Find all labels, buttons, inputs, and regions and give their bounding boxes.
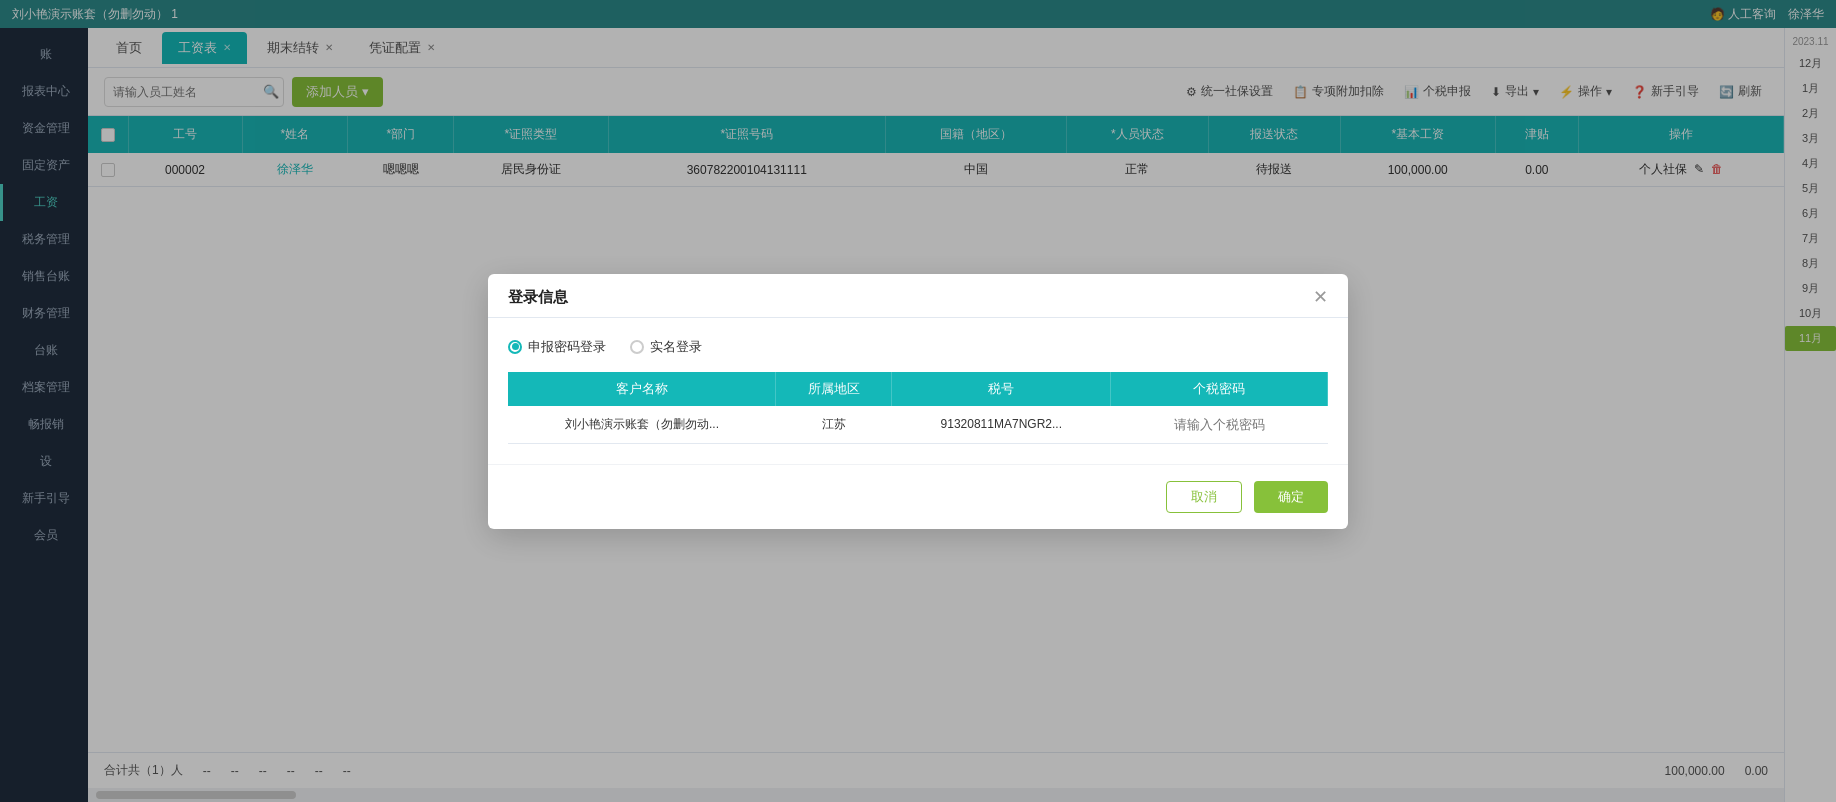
- dialog-header: 登录信息 ✕: [488, 274, 1348, 318]
- dialog-overlay: 登录信息 ✕ 申报密码登录 实名登录 客户名称 所属: [0, 0, 1836, 802]
- cancel-button[interactable]: 取消: [1166, 481, 1242, 513]
- radio-realname-circle: [630, 340, 644, 354]
- tax-pwd-input[interactable]: [1159, 417, 1279, 432]
- col-region: 所属地区: [776, 372, 892, 406]
- radio-group: 申报密码登录 实名登录: [508, 338, 1328, 356]
- radio-realname-label: 实名登录: [650, 338, 702, 356]
- confirm-button[interactable]: 确定: [1254, 481, 1328, 513]
- client-name-cell: 刘小艳演示账套（勿删勿动...: [508, 406, 776, 444]
- dialog-title: 登录信息: [508, 288, 568, 307]
- dialog-close-button[interactable]: ✕: [1313, 288, 1328, 306]
- login-dialog: 登录信息 ✕ 申报密码登录 实名登录 客户名称 所属: [488, 274, 1348, 529]
- radio-password-login[interactable]: 申报密码登录: [508, 338, 606, 356]
- login-table-row: 刘小艳演示账套（勿删勿动... 江苏 91320811MA7NGR2...: [508, 406, 1328, 444]
- region-cell: 江苏: [776, 406, 892, 444]
- tax-no-cell: 91320811MA7NGR2...: [892, 406, 1111, 444]
- radio-realname-login[interactable]: 实名登录: [630, 338, 702, 356]
- col-tax-no: 税号: [892, 372, 1111, 406]
- dialog-body: 申报密码登录 实名登录 客户名称 所属地区 税号 个税密码: [488, 318, 1348, 464]
- dialog-footer: 取消 确定: [488, 464, 1348, 529]
- col-client-name: 客户名称: [508, 372, 776, 406]
- login-table: 客户名称 所属地区 税号 个税密码 刘小艳演示账套（勿删勿动... 江苏 913…: [508, 372, 1328, 444]
- radio-password-circle: [508, 340, 522, 354]
- radio-password-label: 申报密码登录: [528, 338, 606, 356]
- tax-pwd-cell[interactable]: [1111, 406, 1328, 444]
- col-tax-pwd: 个税密码: [1111, 372, 1328, 406]
